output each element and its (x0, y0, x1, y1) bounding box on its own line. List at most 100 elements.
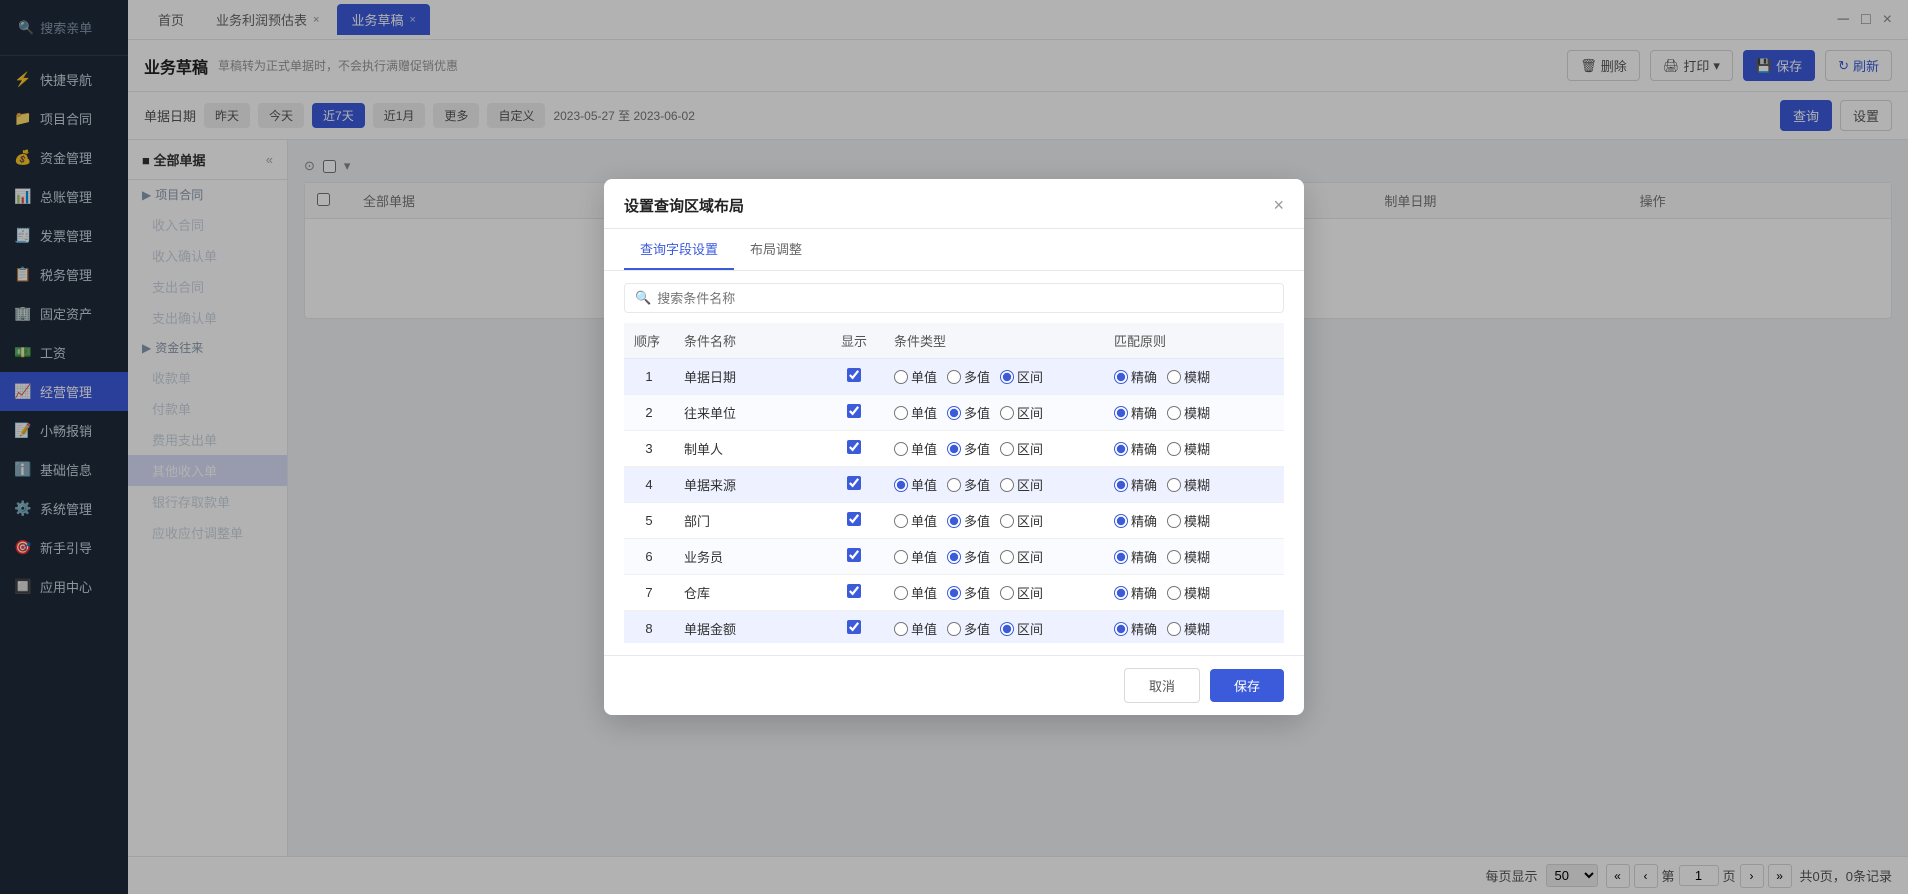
row-match: 精确模糊 (1104, 431, 1284, 467)
row-name: 部门 (674, 503, 824, 539)
row-show-cell (824, 539, 884, 575)
table-row: 5部门单值多值区间精确模糊 (624, 503, 1284, 539)
radio-单值[interactable]: 单值 (894, 475, 937, 494)
th-condition-type: 条件类型 (884, 323, 1104, 359)
cancel-button[interactable]: 取消 (1124, 668, 1200, 703)
conditions-table-container: 顺序 条件名称 显示 条件类型 匹配原则 1单据日期单值多值区间精确模糊2往来单… (624, 323, 1284, 643)
match-radio-模糊[interactable]: 模糊 (1167, 619, 1210, 638)
radio-多值[interactable]: 多值 (947, 439, 990, 458)
radio-多值[interactable]: 多值 (947, 511, 990, 530)
match-radio-模糊[interactable]: 模糊 (1167, 439, 1210, 458)
match-radio-模糊[interactable]: 模糊 (1167, 547, 1210, 566)
radio-单值[interactable]: 单值 (894, 403, 937, 422)
radio-区间[interactable]: 区间 (1000, 619, 1043, 638)
row-condition-type: 单值多值区间 (884, 467, 1104, 503)
radio-多值[interactable]: 多值 (947, 547, 990, 566)
dialog-tab-layout[interactable]: 布局调整 (734, 229, 818, 270)
condition-search-input[interactable] (657, 291, 1273, 306)
row-condition-type: 单值多值区间 (884, 395, 1104, 431)
dialog-close-btn[interactable]: × (1273, 195, 1284, 216)
show-checkbox[interactable] (847, 368, 861, 382)
match-radio-模糊[interactable]: 模糊 (1167, 511, 1210, 530)
row-name: 制单人 (674, 431, 824, 467)
match-radio-精确[interactable]: 精确 (1114, 367, 1157, 386)
dialog-tabs: 查询字段设置 布局调整 (604, 229, 1304, 271)
condition-search-box[interactable]: 🔍 (624, 283, 1284, 313)
dialog-tab-fields[interactable]: 查询字段设置 (624, 229, 734, 270)
radio-区间[interactable]: 区间 (1000, 547, 1043, 566)
row-order: 1 (624, 359, 674, 395)
row-show-cell (824, 503, 884, 539)
radio-区间[interactable]: 区间 (1000, 475, 1043, 494)
conditions-tbody: 1单据日期单值多值区间精确模糊2往来单位单值多值区间精确模糊3制单人单值多值区间… (624, 359, 1284, 644)
match-radio-精确[interactable]: 精确 (1114, 403, 1157, 422)
row-order: 5 (624, 503, 674, 539)
radio-区间[interactable]: 区间 (1000, 511, 1043, 530)
show-checkbox[interactable] (847, 404, 861, 418)
show-checkbox[interactable] (847, 548, 861, 562)
match-radio-精确[interactable]: 精确 (1114, 511, 1157, 530)
table-row: 3制单人单值多值区间精确模糊 (624, 431, 1284, 467)
row-show-cell (824, 431, 884, 467)
radio-单值[interactable]: 单值 (894, 511, 937, 530)
show-checkbox[interactable] (847, 512, 861, 526)
radio-区间[interactable]: 区间 (1000, 403, 1043, 422)
radio-多值[interactable]: 多值 (947, 367, 990, 386)
match-radio-模糊[interactable]: 模糊 (1167, 475, 1210, 494)
row-show-cell (824, 611, 884, 644)
th-order: 顺序 (624, 323, 674, 359)
row-condition-type: 单值多值区间 (884, 539, 1104, 575)
table-row: 1单据日期 单值多值区间 精确模糊 (624, 359, 1284, 395)
radio-多值[interactable]: 多值 (947, 583, 990, 602)
match-radio-精确[interactable]: 精确 (1114, 475, 1157, 494)
match-radio-精确[interactable]: 精确 (1114, 619, 1157, 638)
dialog-footer: 取消 保存 (604, 655, 1304, 715)
row-condition-type: 单值多值区间 (884, 431, 1104, 467)
row-show-cell (824, 395, 884, 431)
radio-多值[interactable]: 多值 (947, 619, 990, 638)
radio-区间[interactable]: 区间 (1000, 583, 1043, 602)
match-radio-模糊[interactable]: 模糊 (1167, 367, 1210, 386)
row-match: 精确模糊 (1104, 503, 1284, 539)
table-row: 8单据金额单值多值区间精确模糊 (624, 611, 1284, 644)
row-condition-type: 单值多值区间 (884, 503, 1104, 539)
show-checkbox[interactable] (847, 476, 861, 490)
row-match: 精确模糊 (1104, 611, 1284, 644)
radio-多值[interactable]: 多值 (947, 475, 990, 494)
match-radio-精确[interactable]: 精确 (1114, 547, 1157, 566)
show-checkbox[interactable] (847, 620, 861, 634)
row-name: 单据来源 (674, 467, 824, 503)
row-show-cell (824, 467, 884, 503)
match-radio-模糊[interactable]: 模糊 (1167, 583, 1210, 602)
dialog-save-button[interactable]: 保存 (1210, 669, 1284, 702)
match-radio-精确[interactable]: 精确 (1114, 439, 1157, 458)
row-order: 7 (624, 575, 674, 611)
row-condition-type: 单值多值区间 (884, 611, 1104, 644)
radio-区间[interactable]: 区间 (1000, 367, 1043, 386)
row-name: 单据金额 (674, 611, 824, 644)
row-order: 2 (624, 395, 674, 431)
match-radio-模糊[interactable]: 模糊 (1167, 403, 1210, 422)
row-match: 精确模糊 (1104, 467, 1284, 503)
radio-单值[interactable]: 单值 (894, 547, 937, 566)
show-checkbox[interactable] (847, 584, 861, 598)
conditions-table: 顺序 条件名称 显示 条件类型 匹配原则 1单据日期单值多值区间精确模糊2往来单… (624, 323, 1284, 643)
radio-单值[interactable]: 单值 (894, 439, 937, 458)
radio-单值[interactable]: 单值 (894, 583, 937, 602)
radio-区间[interactable]: 区间 (1000, 439, 1043, 458)
match-radio-精确[interactable]: 精确 (1114, 583, 1157, 602)
radio-多值[interactable]: 多值 (947, 403, 990, 422)
th-match: 匹配原则 (1104, 323, 1284, 359)
search-condition-icon: 🔍 (635, 290, 651, 306)
dialog-header: 设置查询区域布局 × (604, 179, 1304, 229)
th-name: 条件名称 (674, 323, 824, 359)
row-match: 精确模糊 (1104, 539, 1284, 575)
dialog-body: 🔍 顺序 条件名称 显示 条件类型 匹配原则 (604, 271, 1304, 655)
radio-单值[interactable]: 单值 (894, 367, 937, 386)
radio-单值[interactable]: 单值 (894, 619, 937, 638)
row-name: 往来单位 (674, 395, 824, 431)
row-name: 单据日期 (674, 359, 824, 395)
show-checkbox[interactable] (847, 440, 861, 454)
dialog-overlay: 设置查询区域布局 × 查询字段设置 布局调整 🔍 顺序 条件名称 (0, 0, 1908, 894)
conditions-table-header: 顺序 条件名称 显示 条件类型 匹配原则 (624, 323, 1284, 359)
